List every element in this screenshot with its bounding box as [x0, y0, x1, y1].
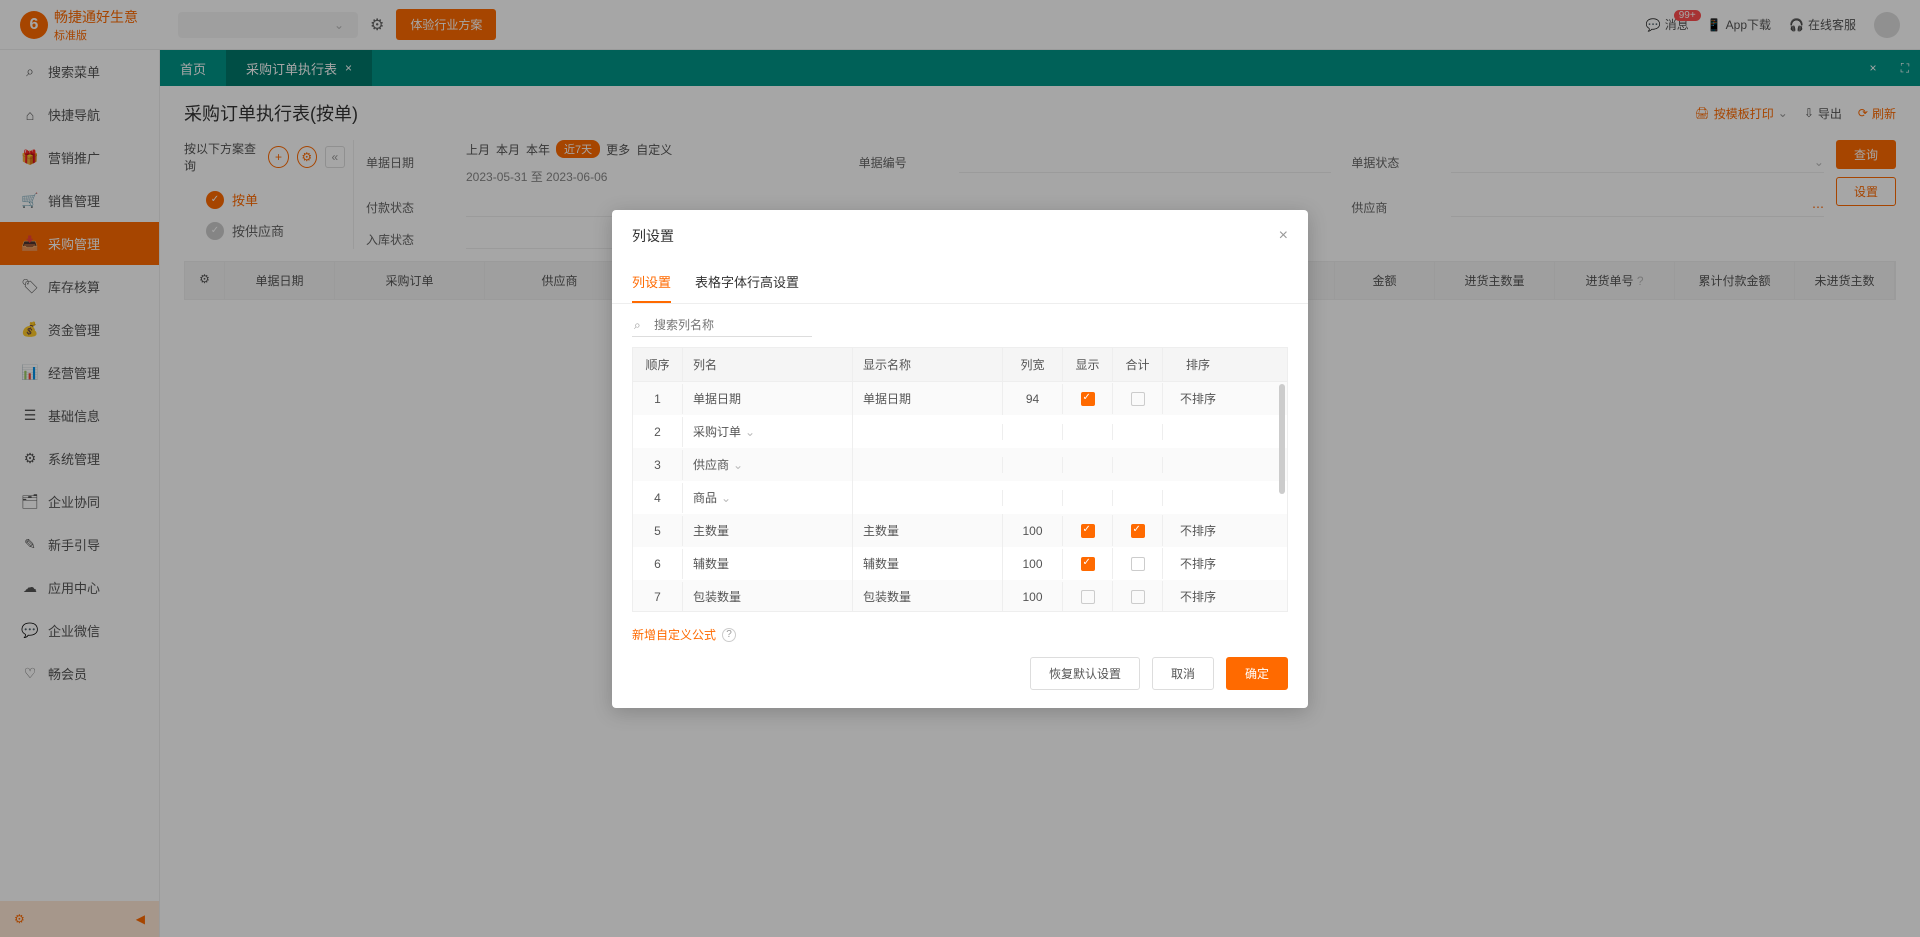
modal-title: 列设置 [632, 226, 674, 246]
column-row[interactable]: 1 单据日期 单据日期 94 不排序 [633, 382, 1287, 415]
modal-close-button[interactable]: × [1279, 227, 1288, 245]
modal-overlay: 列设置 × 列设置 表格字体行高设置 ⌕ 顺序 列名 显示名称 列宽 显示 合计… [0, 0, 1920, 937]
chevron-down-icon[interactable]: ⌄ [733, 458, 743, 472]
sum-checkbox[interactable] [1131, 557, 1145, 571]
show-checkbox[interactable] [1081, 557, 1095, 571]
column-row[interactable]: 2 采购订单⌄ [633, 415, 1287, 448]
column-search-input[interactable] [632, 314, 812, 337]
sum-checkbox[interactable] [1131, 524, 1145, 538]
column-row[interactable]: 6 辅数量 辅数量 100 不排序 [633, 547, 1287, 580]
column-settings-modal: 列设置 × 列设置 表格字体行高设置 ⌕ 顺序 列名 显示名称 列宽 显示 合计… [612, 210, 1308, 708]
chevron-down-icon[interactable]: ⌄ [721, 491, 731, 505]
show-checkbox[interactable] [1081, 590, 1095, 604]
confirm-button[interactable]: 确定 [1226, 657, 1288, 690]
search-icon: ⌕ [634, 318, 641, 333]
show-checkbox[interactable] [1081, 392, 1095, 406]
column-row[interactable]: 4 商品⌄ [633, 481, 1287, 514]
column-row[interactable]: 7 包装数量 包装数量 100 不排序 [633, 580, 1287, 612]
sum-checkbox[interactable] [1131, 590, 1145, 604]
add-formula-link[interactable]: 新增自定义公式 [632, 626, 716, 643]
show-checkbox[interactable] [1081, 524, 1095, 538]
help-icon[interactable]: ? [722, 628, 736, 642]
column-row[interactable]: 3 供应商⌄ [633, 448, 1287, 481]
column-row[interactable]: 5 主数量 主数量 100 不排序 [633, 514, 1287, 547]
chevron-down-icon[interactable]: ⌄ [745, 425, 755, 439]
sort-select[interactable]: 不排序 [1163, 580, 1233, 612]
cancel-button[interactable]: 取消 [1152, 657, 1214, 690]
scrollbar[interactable] [1279, 384, 1285, 494]
restore-default-button[interactable]: 恢复默认设置 [1030, 657, 1140, 690]
sort-select[interactable]: 不排序 [1163, 514, 1233, 547]
sort-select[interactable]: 不排序 [1163, 382, 1233, 415]
sort-select[interactable]: 不排序 [1163, 547, 1233, 580]
sum-checkbox[interactable] [1131, 392, 1145, 406]
modal-tab-font[interactable]: 表格字体行高设置 [695, 262, 799, 303]
modal-tab-columns[interactable]: 列设置 [632, 262, 671, 303]
modal-table-header: 顺序 列名 显示名称 列宽 显示 合计 排序 [632, 347, 1288, 382]
